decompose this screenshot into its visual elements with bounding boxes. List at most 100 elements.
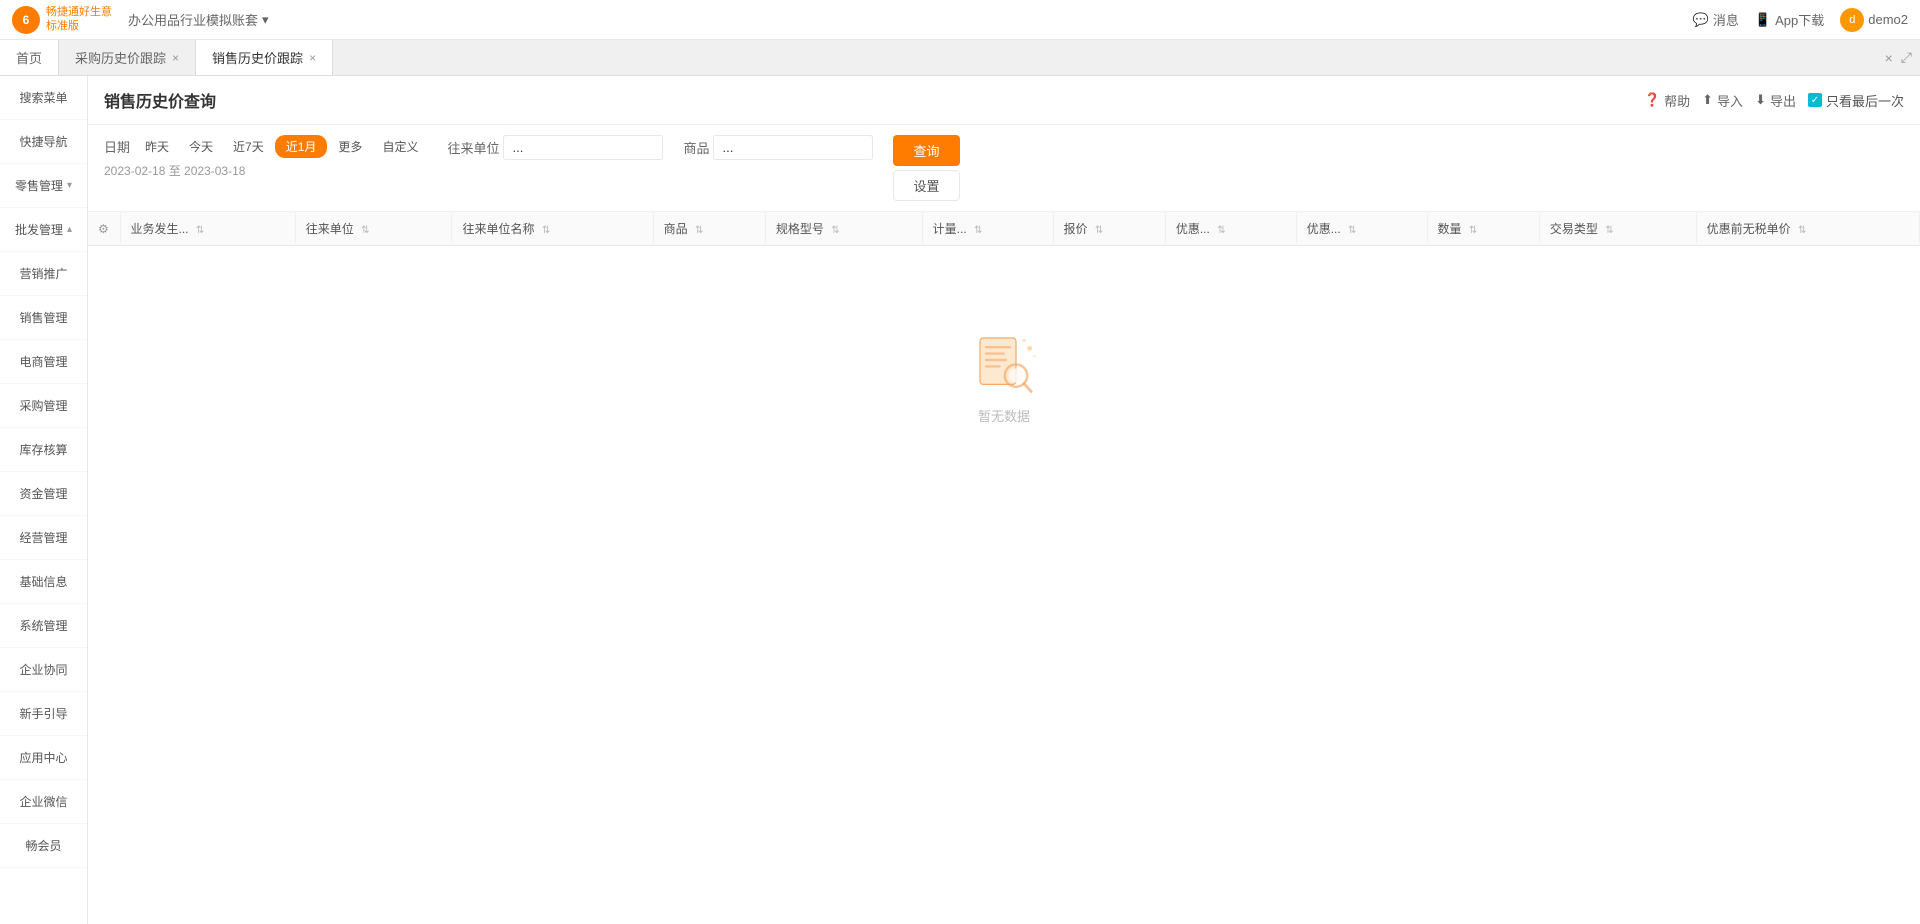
sidebar-item-system-mgmt[interactable]: 系统管理 <box>0 604 87 648</box>
retail-mgmt-arrow-icon: ▾ <box>67 180 72 191</box>
sort-arrows-discount1: ⇅ <box>1217 225 1225 236</box>
filter-date-section: 日期 昨天 今天 近7天 近1月 更多 自定义 2023-02-18 至 202… <box>104 135 427 179</box>
date-btn-last7days[interactable]: 近7天 <box>224 135 273 158</box>
message-btn[interactable]: 💬 消息 <box>1693 10 1739 29</box>
counterpart-filter-label: 往来单位 <box>447 138 499 157</box>
date-btn-yesterday[interactable]: 昨天 <box>136 135 178 158</box>
product-filter: 商品 ... <box>683 135 873 160</box>
table-col-counterpart-id[interactable]: 往来单位 ⇅ <box>295 212 452 246</box>
sort-arrows-discount2: ⇅ <box>1348 225 1356 236</box>
date-btn-more[interactable]: 更多 <box>329 135 371 158</box>
top-bar-left: 6 畅捷通好生意 标准版 办公用品行业模拟账套 ▾ <box>12 6 277 34</box>
tab-purchase-history-close[interactable]: × <box>172 51 179 65</box>
sidebar-item-marketing-promo[interactable]: 营销推广 <box>0 252 87 296</box>
phone-icon: 📱 <box>1755 12 1771 28</box>
table-col-counterpart-name[interactable]: 往来单位名称 ⇅ <box>452 212 653 246</box>
sidebar-item-retail-mgmt[interactable]: 零售管理 ▾ <box>0 164 87 208</box>
table-col-pre-discount-price[interactable]: 优惠前无税单价 ⇅ <box>1696 212 1919 246</box>
sidebar-item-new-guide[interactable]: 新手引导 <box>0 692 87 736</box>
table-col-discount1[interactable]: 优惠... ⇅ <box>1165 212 1296 246</box>
only-last-checkbox-label[interactable]: 只看最后一次 <box>1808 91 1904 110</box>
tab-sales-history-close[interactable]: × <box>309 51 316 65</box>
sidebar-item-finance-mgmt[interactable]: 资金管理 <box>0 472 87 516</box>
sidebar-item-search-menu[interactable]: 搜索菜单 <box>0 76 87 120</box>
help-btn[interactable]: ❓ 帮助 <box>1644 91 1690 110</box>
sidebar-item-sales-mgmt[interactable]: 销售管理 <box>0 296 87 340</box>
product-input[interactable]: ... <box>713 135 873 160</box>
table-col-product[interactable]: 商品 ⇅ <box>653 212 765 246</box>
tab-sales-history[interactable]: 销售历史价跟踪 × <box>196 40 333 75</box>
date-btn-last1month[interactable]: 近1月 <box>275 135 328 158</box>
sidebar-item-app-center[interactable]: 应用中心 <box>0 736 87 780</box>
tab-home-label: 首页 <box>16 48 42 67</box>
table-settings-icon[interactable]: ⚙ <box>98 222 109 236</box>
top-bar-right: 💬 消息 📱 App下载 d demo2 <box>1693 8 1908 32</box>
tab-bar-actions: × ⤢ <box>1877 49 1920 66</box>
empty-text: 暂无数据 <box>978 406 1030 425</box>
table-col-unit[interactable]: 计量... ⇅ <box>922 212 1053 246</box>
table-col-trade-type[interactable]: 交易类型 ⇅ <box>1539 212 1696 246</box>
export-icon: ⬇ <box>1755 92 1766 108</box>
sidebar-item-member-club[interactable]: 畅会员 <box>0 824 87 868</box>
counterpart-filter: 往来单位 ... <box>447 135 663 160</box>
sidebar-item-enterprise-collab[interactable]: 企业协同 <box>0 648 87 692</box>
purchase-mgmt-label: 采购管理 <box>19 397 67 414</box>
date-filter-label: 日期 <box>104 137 130 156</box>
query-button[interactable]: 查询 <box>893 135 959 166</box>
sidebar-item-purchase-mgmt[interactable]: 采购管理 <box>0 384 87 428</box>
import-btn[interactable]: ⬆ 导入 <box>1702 91 1743 110</box>
finance-mgmt-label: 资金管理 <box>19 485 67 502</box>
date-btn-custom[interactable]: 自定义 <box>373 135 427 158</box>
sidebar-item-wholesale-mgmt[interactable]: 批发管理 ▴ <box>0 208 87 252</box>
table-col-discount2[interactable]: 优惠... ⇅ <box>1296 212 1427 246</box>
user-profile-btn[interactable]: d demo2 <box>1840 8 1908 32</box>
export-btn[interactable]: ⬇ 导出 <box>1755 91 1796 110</box>
sort-arrows-counterpart-name: ⇅ <box>542 225 550 236</box>
page-actions: ❓ 帮助 ⬆ 导入 ⬇ 导出 只看最后一次 <box>1644 91 1904 110</box>
sidebar-item-basic-info[interactable]: 基础信息 <box>0 560 87 604</box>
sidebar-item-ecommerce-mgmt[interactable]: 电商管理 <box>0 340 87 384</box>
table-col-biz-date[interactable]: 业务发生... ⇅ <box>120 212 295 246</box>
table-col-spec[interactable]: 规格型号 ⇅ <box>765 212 922 246</box>
counterpart-input[interactable]: ... <box>503 135 663 160</box>
quick-nav-label: 快捷导航 <box>19 133 67 150</box>
sidebar-item-operations-mgmt[interactable]: 经营管理 <box>0 516 87 560</box>
tab-purchase-history-label: 采购历史价跟踪 <box>75 48 166 67</box>
sort-arrows-product: ⇅ <box>695 225 703 236</box>
table-col-settings: ⚙ <box>88 212 120 246</box>
data-table: ⚙ 业务发生... ⇅ 往来单位 ⇅ 往来单位名称 ⇅ <box>88 212 1920 246</box>
app-selector-label: 办公用品行业模拟账套 <box>128 10 258 29</box>
sort-arrows-trade-type: ⇅ <box>1605 225 1613 236</box>
sidebar-item-inventory-calc[interactable]: 库存核算 <box>0 428 87 472</box>
table-container: ⚙ 业务发生... ⇅ 往来单位 ⇅ 往来单位名称 ⇅ <box>88 212 1920 505</box>
table-col-quote[interactable]: 报价 ⇅ <box>1053 212 1165 246</box>
sort-arrows-spec: ⇅ <box>831 225 839 236</box>
app-selector[interactable]: 办公用品行业模拟账套 ▾ <box>120 6 277 33</box>
product-filter-label: 商品 <box>683 138 709 157</box>
help-icon: ❓ <box>1644 92 1660 108</box>
settings-button[interactable]: 设置 <box>893 170 959 201</box>
ecommerce-mgmt-label: 电商管理 <box>19 353 67 370</box>
table-col-quantity[interactable]: 数量 ⇅ <box>1427 212 1539 246</box>
tab-home[interactable]: 首页 <box>0 40 59 75</box>
avatar: d <box>1840 8 1864 32</box>
inventory-calc-label: 库存核算 <box>19 441 67 458</box>
sales-mgmt-label: 销售管理 <box>19 309 67 326</box>
content-area: 销售历史价查询 ❓ 帮助 ⬆ 导入 ⬇ 导出 只看最后一次 <box>88 76 1920 924</box>
sidebar-item-enterprise-wechat[interactable]: 企业微信 <box>0 780 87 824</box>
sidebar-item-quick-nav[interactable]: 快捷导航 <box>0 120 87 164</box>
tab-purchase-history[interactable]: 采购历史价跟踪 × <box>59 40 196 75</box>
app-logo-icon: 6 <box>12 6 40 34</box>
date-btn-today[interactable]: 今天 <box>180 135 222 158</box>
page-title: 销售历史价查询 <box>104 88 216 112</box>
tab-bar: 首页 采购历史价跟踪 × 销售历史价跟踪 × × ⤢ <box>0 40 1920 76</box>
product-placeholder: ... <box>722 140 733 155</box>
maximize-icon[interactable]: ⤢ <box>1901 49 1912 66</box>
date-range-display: 2023-02-18 至 2023-03-18 <box>104 162 427 179</box>
only-last-checkbox[interactable] <box>1808 93 1822 107</box>
date-filter-group: 日期 昨天 今天 近7天 近1月 更多 自定义 <box>104 135 427 158</box>
app-download-btn[interactable]: 📱 App下载 <box>1755 10 1824 29</box>
close-all-icon[interactable]: × <box>1885 50 1893 66</box>
message-icon: 💬 <box>1693 12 1709 28</box>
logo-area: 6 畅捷通好生意 标准版 <box>12 6 112 34</box>
